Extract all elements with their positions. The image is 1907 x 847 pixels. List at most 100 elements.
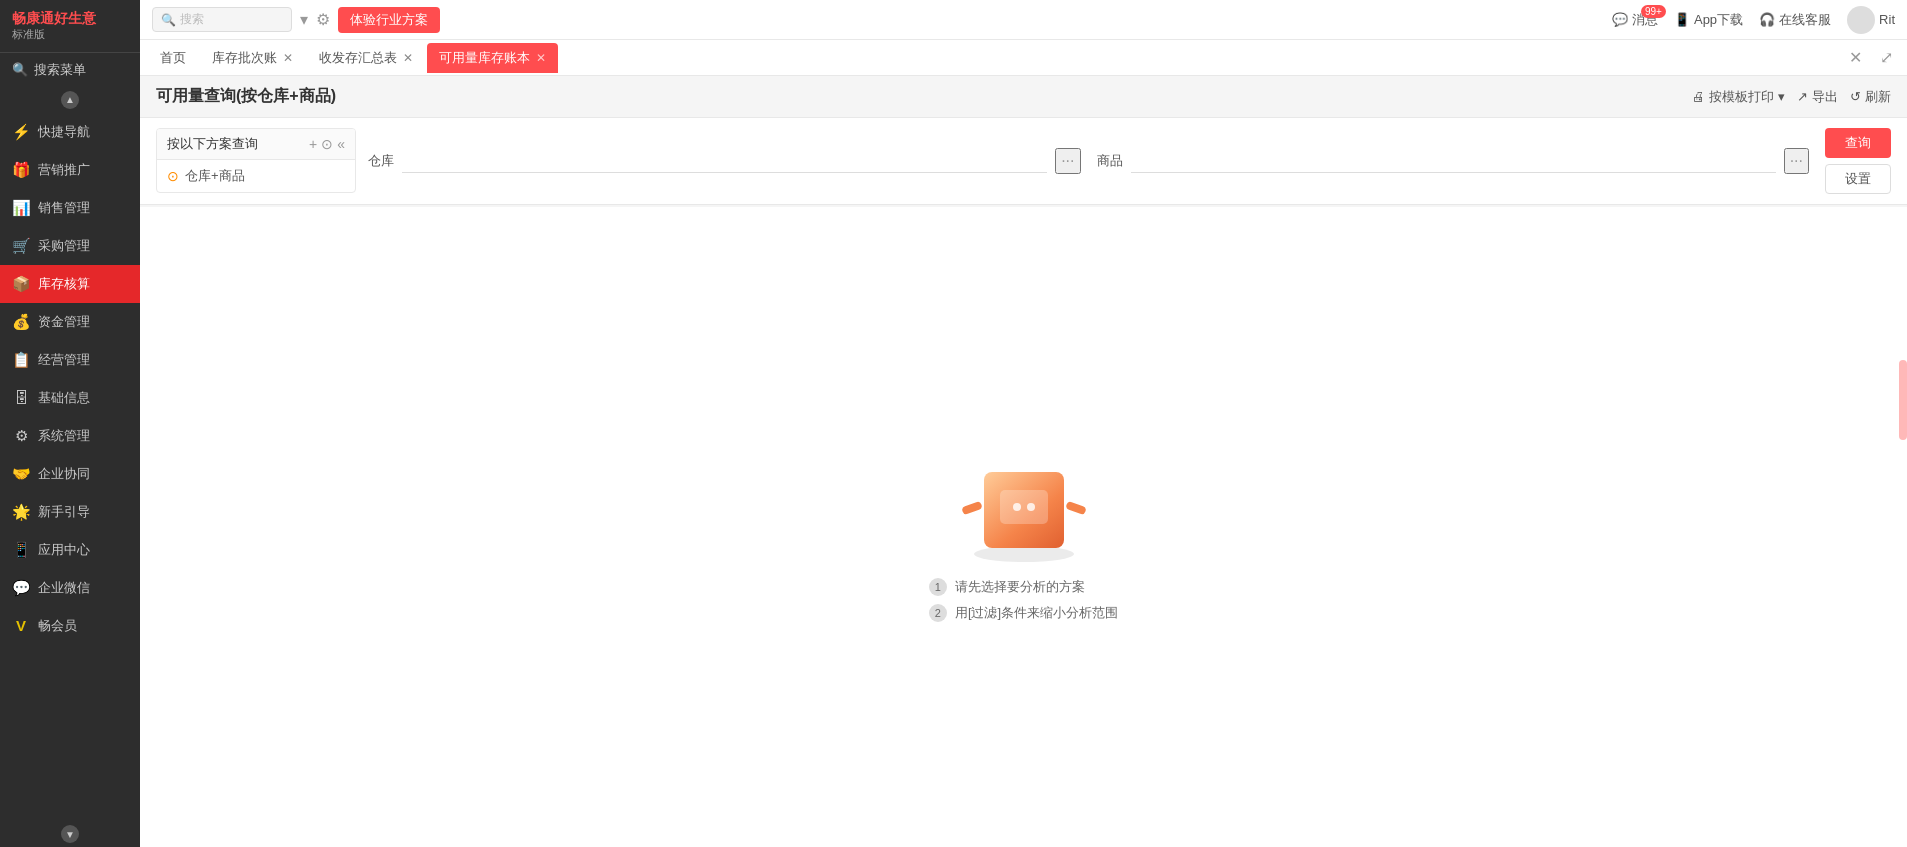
search-menu[interactable]: 🔍 搜索菜单 xyxy=(0,53,140,87)
filter-area: 仓库 ··· 商品 ··· 查询 设置 xyxy=(368,128,1891,194)
quick-nav-label: 快捷导航 xyxy=(38,123,90,141)
inventory-label: 库存核算 xyxy=(38,275,90,293)
warehouse-more-button[interactable]: ··· xyxy=(1055,148,1080,174)
tab-receipt-summary[interactable]: 收发存汇总表 ✕ xyxy=(307,43,425,73)
scheme-add-button[interactable]: + xyxy=(309,136,317,152)
scheme-collapse-button[interactable]: « xyxy=(337,136,345,152)
sidebar-item-inventory[interactable]: 📦 库存核算 xyxy=(0,265,140,303)
trial-button[interactable]: 体验行业方案 xyxy=(338,7,440,33)
sidebar-item-finance[interactable]: 💰 资金管理 xyxy=(0,303,140,341)
main-area: 🔍 搜索 ▾ ⚙ 体验行业方案 💬 消息 99+ 📱 App下载 🎧 在线客服 … xyxy=(140,0,1907,847)
export-button[interactable]: ↗ 导出 xyxy=(1797,88,1838,106)
tab-receipt-summary-close[interactable]: ✕ xyxy=(403,51,413,65)
sidebar-item-enterprise[interactable]: 🤝 企业协同 xyxy=(0,455,140,493)
tab-actions: ✕ ⤢ xyxy=(1843,46,1899,69)
message-icon: 💬 xyxy=(1612,12,1628,27)
sales-icon: 📊 xyxy=(12,199,30,217)
sidebar-item-purchase[interactable]: 🛒 采购管理 xyxy=(0,227,140,265)
filter-actions: 查询 设置 xyxy=(1825,128,1891,194)
tab-batch-ledger-close[interactable]: ✕ xyxy=(283,51,293,65)
query-button[interactable]: 查询 xyxy=(1825,128,1891,158)
scheme-item-warehouse-product[interactable]: ⊙ 仓库+商品 xyxy=(157,160,355,192)
app-center-label: 应用中心 xyxy=(38,541,90,559)
app-name: 畅康通好生意 xyxy=(12,10,128,27)
wechat-icon: 💬 xyxy=(12,579,30,597)
sidebar-item-sales[interactable]: 📊 销售管理 xyxy=(0,189,140,227)
topbar-search-icon: 🔍 xyxy=(161,13,176,27)
tab-home[interactable]: 首页 xyxy=(148,43,198,73)
warehouse-filter-input[interactable] xyxy=(402,149,1047,173)
topbar-settings-icon[interactable]: ⚙ xyxy=(316,10,330,29)
tab-batch-ledger[interactable]: 库存批次账 ✕ xyxy=(200,43,305,73)
base-info-label: 基础信息 xyxy=(38,389,90,407)
box-body xyxy=(984,472,1064,548)
query-area: 按以下方案查询 + ⊙ « ⊙ 仓库+商品 仓库 ··· xyxy=(140,118,1907,204)
print-dropdown-icon[interactable]: ▾ xyxy=(1778,89,1785,104)
refresh-icon: ↺ xyxy=(1850,89,1861,104)
arm-right xyxy=(1065,501,1087,515)
product-filter-label: 商品 xyxy=(1097,152,1123,170)
wechat-label: 企业微信 xyxy=(38,579,90,597)
scroll-up-button[interactable]: ▲ xyxy=(61,91,79,109)
finance-label: 资金管理 xyxy=(38,313,90,331)
sidebar-item-guide[interactable]: 🌟 新手引导 xyxy=(0,493,140,531)
purchase-icon: 🛒 xyxy=(12,237,30,255)
hint-text-1: 请先选择要分析的方案 xyxy=(955,578,1085,596)
sidebar-item-base-info[interactable]: 🗄 基础信息 xyxy=(0,379,140,417)
empty-hints: 1 请先选择要分析的方案 2 用[过滤]条件来缩小分析范围 xyxy=(929,578,1118,622)
scheme-panel: 按以下方案查询 + ⊙ « ⊙ 仓库+商品 xyxy=(156,128,356,193)
hint-item-1: 1 请先选择要分析的方案 xyxy=(929,578,1118,596)
topbar-right: 💬 消息 99+ 📱 App下载 🎧 在线客服 Rit xyxy=(1612,6,1895,34)
inventory-icon: 📦 xyxy=(12,275,30,293)
settings-button[interactable]: 设置 xyxy=(1825,164,1891,194)
sidebar-item-system[interactable]: ⚙ 系统管理 xyxy=(0,417,140,455)
arm-left xyxy=(961,501,983,515)
tab-bar: 首页 库存批次账 ✕ 收发存汇总表 ✕ 可用量库存账本 ✕ ✕ ⤢ xyxy=(140,40,1907,76)
export-label: 导出 xyxy=(1812,88,1838,106)
marketing-label: 营销推广 xyxy=(38,161,90,179)
tab-home-label: 首页 xyxy=(160,49,186,67)
sidebar-item-wechat[interactable]: 💬 企业微信 xyxy=(0,569,140,607)
scheme-settings-button[interactable]: ⊙ xyxy=(321,136,333,152)
filter-row: 仓库 ··· 商品 ··· 查询 设置 xyxy=(368,128,1891,194)
refresh-label: 刷新 xyxy=(1865,88,1891,106)
sidebar-item-marketing[interactable]: 🎁 营销推广 xyxy=(0,151,140,189)
online-service-button[interactable]: 🎧 在线客服 xyxy=(1759,11,1831,29)
sidebar-item-operation[interactable]: 📋 经营管理 xyxy=(0,341,140,379)
export-icon: ↗ xyxy=(1797,89,1808,104)
topbar-search-text: 搜索 xyxy=(180,11,204,28)
app-download-button[interactable]: 📱 App下载 xyxy=(1674,11,1743,29)
product-more-button[interactable]: ··· xyxy=(1784,148,1809,174)
tab-close-all-button[interactable]: ✕ xyxy=(1843,46,1868,69)
message-button[interactable]: 💬 消息 99+ xyxy=(1612,11,1658,29)
enterprise-icon: 🤝 xyxy=(12,465,30,483)
tab-expand-button[interactable]: ⤢ xyxy=(1874,46,1899,69)
tab-available-ledger-label: 可用量库存账本 xyxy=(439,49,530,67)
page-header: 可用量查询(按仓库+商品) 🖨 按模板打印 ▾ ↗ 导出 ↺ 刷新 xyxy=(140,76,1907,118)
print-button[interactable]: 🖨 按模板打印 ▾ xyxy=(1692,88,1785,106)
print-icon: 🖨 xyxy=(1692,89,1705,104)
topbar-dropdown-icon[interactable]: ▾ xyxy=(300,10,308,29)
sidebar-item-member[interactable]: V 畅会员 xyxy=(0,607,140,645)
member-label: 畅会员 xyxy=(38,617,77,635)
hint-text-2: 用[过滤]条件来缩小分析范围 xyxy=(955,604,1118,622)
marketing-icon: 🎁 xyxy=(12,161,30,179)
base-info-icon: 🗄 xyxy=(12,389,30,407)
product-filter-input[interactable] xyxy=(1131,149,1776,173)
sidebar-item-app-center[interactable]: 📱 应用中心 xyxy=(0,531,140,569)
guide-icon: 🌟 xyxy=(12,503,30,521)
tab-available-ledger[interactable]: 可用量库存账本 ✕ xyxy=(427,43,558,73)
scheme-header-actions: + ⊙ « xyxy=(309,136,345,152)
scroll-down-button[interactable]: ▼ xyxy=(61,825,79,843)
tab-available-ledger-close[interactable]: ✕ xyxy=(536,51,546,65)
page-title: 可用量查询(按仓库+商品) xyxy=(156,86,336,107)
sidebar: 畅康通好生意 标准版 🔍 搜索菜单 ▲ ⚡ 快捷导航 🎁 营销推广 📊 销售管理… xyxy=(0,0,140,847)
page-actions: 🖨 按模板打印 ▾ ↗ 导出 ↺ 刷新 xyxy=(1692,88,1891,106)
system-label: 系统管理 xyxy=(38,427,90,445)
side-scrollbar[interactable] xyxy=(1899,360,1907,440)
sidebar-item-quick-nav[interactable]: ⚡ 快捷导航 xyxy=(0,113,140,151)
warehouse-filter-label: 仓库 xyxy=(368,152,394,170)
user-info[interactable]: Rit xyxy=(1847,6,1895,34)
topbar-search-box[interactable]: 🔍 搜索 xyxy=(152,7,292,32)
refresh-button[interactable]: ↺ 刷新 xyxy=(1850,88,1891,106)
